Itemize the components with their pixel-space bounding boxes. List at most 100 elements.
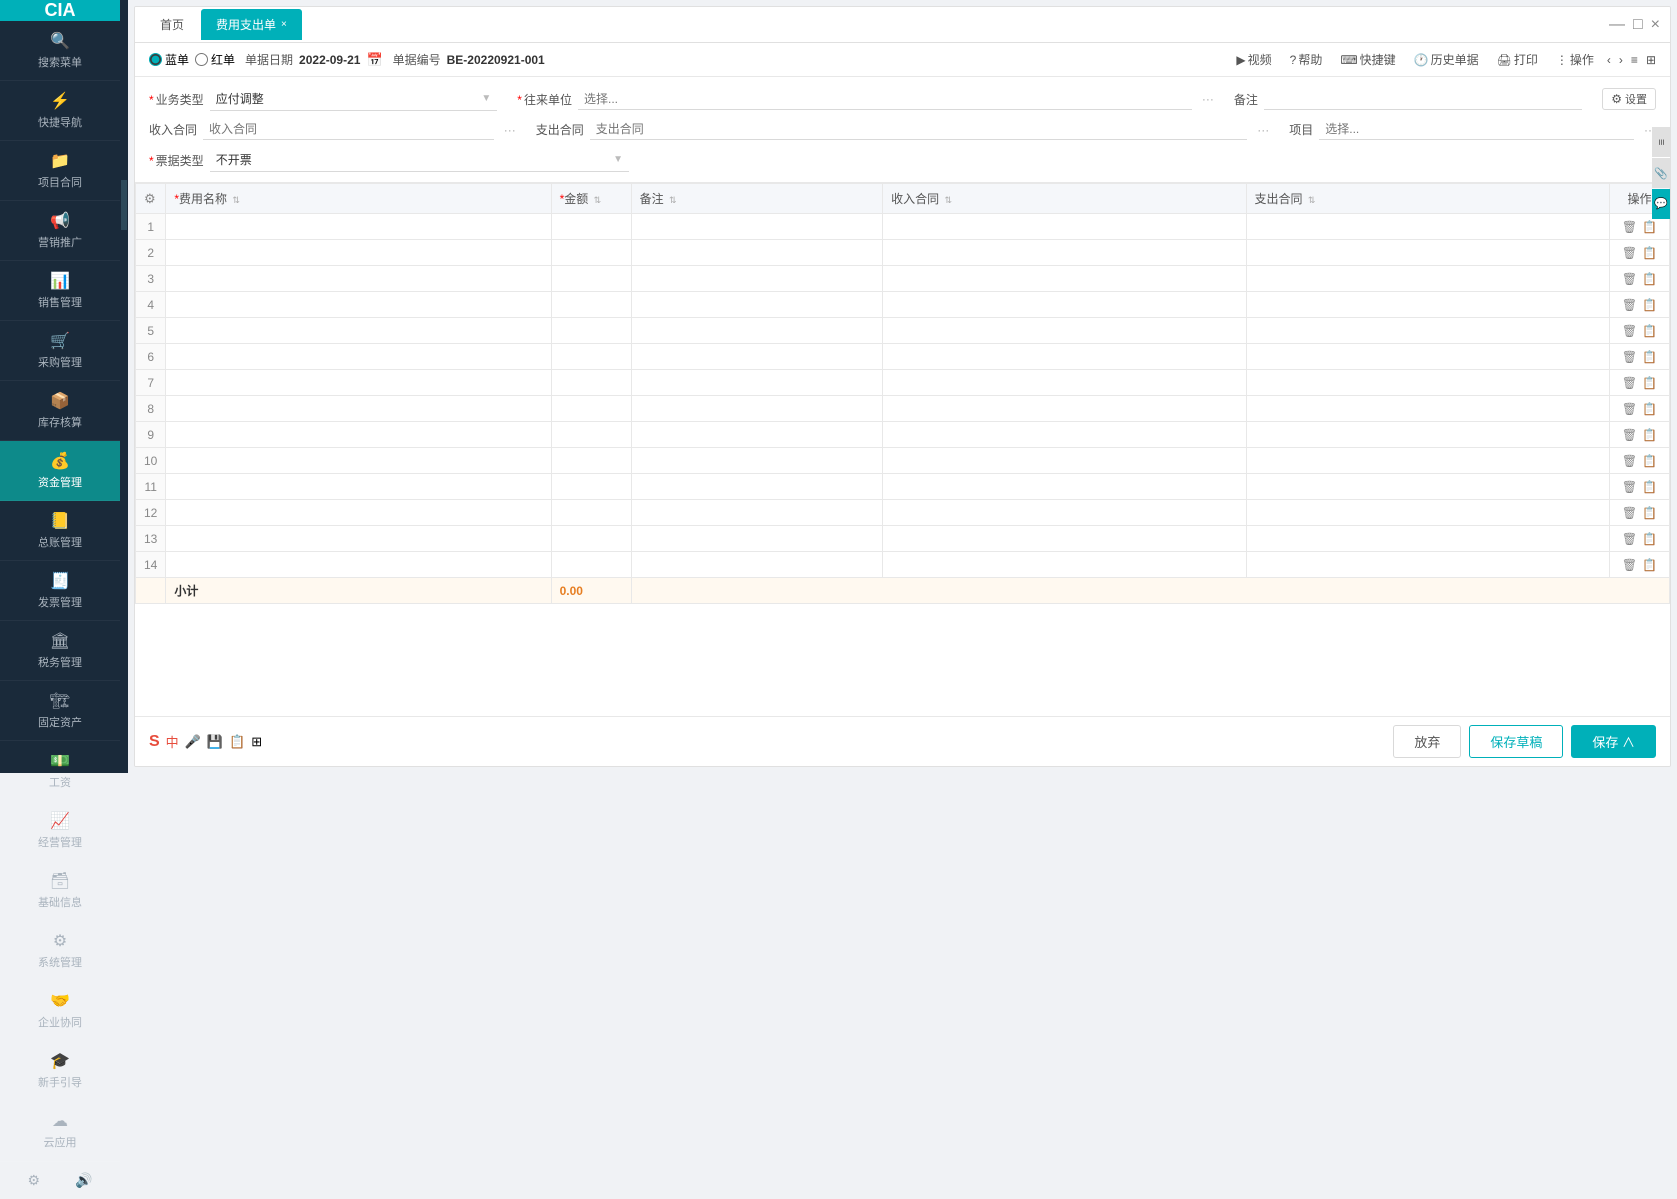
sidebar-item-basic[interactable]: 🗃 基础信息 — [0, 861, 120, 921]
cell-income-contract[interactable] — [883, 292, 1246, 318]
sidebar-item-purchase[interactable]: 🛒 采购管理 — [0, 321, 120, 381]
remark-input[interactable] — [1264, 89, 1582, 110]
save-draft-button[interactable]: 保存草稿 — [1469, 725, 1563, 758]
print-button[interactable]: 🖨 打印 — [1492, 49, 1543, 70]
sidebar-item-tax[interactable]: 🏛 税务管理 — [0, 621, 120, 681]
copy-icon[interactable]: 📋 — [1642, 272, 1657, 286]
cell-income-contract[interactable] — [883, 500, 1246, 526]
cell-remark[interactable] — [631, 240, 882, 266]
copy-icon[interactable]: 📋 — [1642, 428, 1657, 442]
invoice-type-select[interactable]: 不开票 ▼ — [210, 148, 629, 172]
cell-amount[interactable] — [551, 552, 631, 578]
cell-expense-contract[interactable] — [1246, 214, 1609, 240]
cell-expense-contract[interactable] — [1246, 448, 1609, 474]
sidebar-scroll-thumb[interactable] — [121, 180, 127, 230]
side-btn-list[interactable]: ≡ — [1652, 127, 1670, 157]
bottom-save-icon[interactable]: 💾 — [207, 734, 223, 750]
cell-remark[interactable] — [631, 422, 882, 448]
partner-dots[interactable]: ··· — [1202, 92, 1214, 106]
cell-remark[interactable] — [631, 292, 882, 318]
cell-income-contract[interactable] — [883, 266, 1246, 292]
shortcut-button[interactable]: ⌨ 快捷键 — [1335, 49, 1400, 70]
cell-expense-contract[interactable] — [1246, 526, 1609, 552]
delete-icon[interactable]: 🗑 — [1622, 272, 1637, 286]
cell-expense-contract[interactable] — [1246, 552, 1609, 578]
cell-amount[interactable] — [551, 344, 631, 370]
sidebar-item-assets[interactable]: 🏗 固定资产 — [0, 681, 120, 741]
sidebar-volume-icon[interactable]: 🔊 — [75, 1172, 92, 1189]
cell-amount[interactable] — [551, 292, 631, 318]
cell-remark[interactable] — [631, 396, 882, 422]
col-gear[interactable]: ⚙ — [136, 184, 166, 214]
video-button[interactable]: ▶ 视频 — [1231, 49, 1276, 70]
cell-amount[interactable] — [551, 240, 631, 266]
copy-icon[interactable]: 📋 — [1642, 558, 1657, 572]
sidebar-item-ledger[interactable]: 📒 总账管理 — [0, 501, 120, 561]
delete-icon[interactable]: 🗑 — [1622, 506, 1637, 520]
cell-amount[interactable] — [551, 500, 631, 526]
sidebar-item-project[interactable]: 📁 项目合同 — [0, 141, 120, 201]
cell-amount[interactable] — [551, 370, 631, 396]
cell-income-contract[interactable] — [883, 448, 1246, 474]
operations-button[interactable]: ⋮ 操作 — [1551, 49, 1599, 70]
red-radio-input[interactable] — [195, 53, 208, 66]
side-btn-attachment[interactable]: 📎 — [1652, 158, 1670, 188]
cell-income-contract[interactable] — [883, 214, 1246, 240]
cell-income-contract[interactable] — [883, 422, 1246, 448]
sort-icon[interactable]: ⇅ — [944, 195, 952, 205]
sort-icon[interactable]: ⇅ — [594, 195, 602, 205]
delete-icon[interactable]: 🗑 — [1622, 402, 1637, 416]
sort-icon[interactable]: ⇅ — [1308, 195, 1316, 205]
sidebar-item-marketing[interactable]: 📢 营销推广 — [0, 201, 120, 261]
copy-icon[interactable]: 📋 — [1642, 220, 1657, 234]
cell-income-contract[interactable] — [883, 240, 1246, 266]
sidebar-item-newguide[interactable]: 🎓 新手引导 — [0, 1041, 120, 1101]
cell-expense-contract[interactable] — [1246, 422, 1609, 448]
cell-expense-name[interactable] — [166, 526, 551, 552]
cell-expense-name[interactable] — [166, 500, 551, 526]
delete-icon[interactable]: 🗑 — [1622, 220, 1637, 234]
prev-button[interactable]: ‹ — [1607, 53, 1611, 67]
copy-icon[interactable]: 📋 — [1642, 298, 1657, 312]
table-container[interactable]: ⚙ *费用名称 ⇅ *金额 ⇅ 备注 — [135, 183, 1670, 716]
next-button[interactable]: › — [1619, 53, 1623, 67]
cell-income-contract[interactable] — [883, 344, 1246, 370]
sidebar-settings-icon[interactable]: ⚙ — [28, 1172, 41, 1189]
expense-contract-dots[interactable]: ··· — [1257, 123, 1269, 137]
tab-home[interactable]: 首页 — [145, 9, 199, 40]
cell-expense-name[interactable] — [166, 318, 551, 344]
delete-icon[interactable]: 🗑 — [1622, 532, 1637, 546]
sort-icon[interactable]: ⇅ — [669, 195, 677, 205]
tab-expense[interactable]: 费用支出单 × — [201, 9, 302, 40]
cell-expense-contract[interactable] — [1246, 344, 1609, 370]
cell-expense-contract[interactable] — [1246, 266, 1609, 292]
save-button[interactable]: 保存 ∧ — [1571, 725, 1656, 758]
cell-remark[interactable] — [631, 526, 882, 552]
cell-remark[interactable] — [631, 552, 882, 578]
copy-icon[interactable]: 📋 — [1642, 402, 1657, 416]
cell-income-contract[interactable] — [883, 318, 1246, 344]
cell-amount[interactable] — [551, 526, 631, 552]
cell-expense-contract[interactable] — [1246, 474, 1609, 500]
cell-amount[interactable] — [551, 422, 631, 448]
copy-icon[interactable]: 📋 — [1642, 506, 1657, 520]
bottom-grid-icon[interactable]: ⊞ — [251, 734, 262, 750]
copy-icon[interactable]: 📋 — [1642, 454, 1657, 468]
cell-amount[interactable] — [551, 396, 631, 422]
history-button[interactable]: 🕐 历史单据 — [1409, 49, 1484, 70]
cell-remark[interactable] — [631, 344, 882, 370]
cell-income-contract[interactable] — [883, 396, 1246, 422]
minimize-button[interactable]: — — [1609, 16, 1625, 34]
sidebar-item-sales[interactable]: 📊 销售管理 — [0, 261, 120, 321]
cell-amount[interactable] — [551, 318, 631, 344]
copy-icon[interactable]: 📋 — [1642, 324, 1657, 338]
sidebar-item-invoice[interactable]: 🧾 发票管理 — [0, 561, 120, 621]
close-button[interactable]: × — [1651, 16, 1660, 34]
cell-expense-name[interactable] — [166, 344, 551, 370]
cell-expense-contract[interactable] — [1246, 318, 1609, 344]
delete-icon[interactable]: 🗑 — [1622, 298, 1637, 312]
cell-income-contract[interactable] — [883, 526, 1246, 552]
delete-icon[interactable]: 🗑 — [1622, 454, 1637, 468]
cell-amount[interactable] — [551, 448, 631, 474]
cell-expense-contract[interactable] — [1246, 240, 1609, 266]
